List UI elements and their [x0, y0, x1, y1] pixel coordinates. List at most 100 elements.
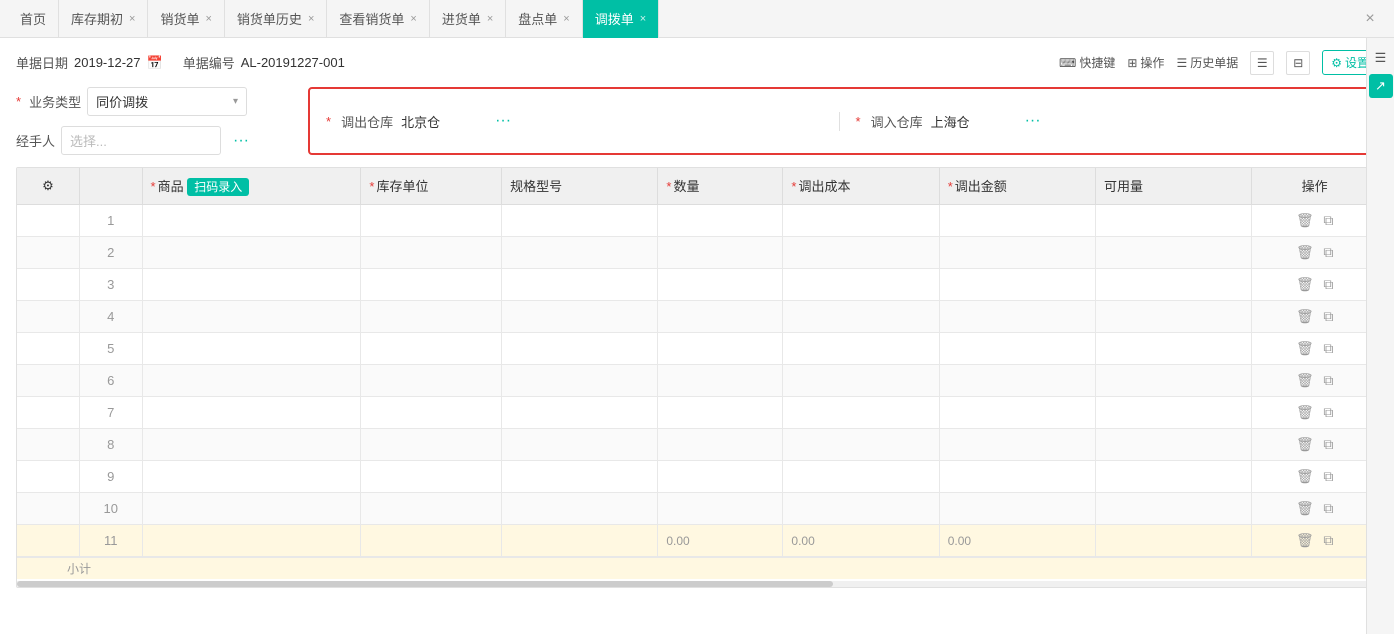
copy-icon-3[interactable]: ⧉	[1320, 276, 1336, 292]
date-field: 单据日期 2019-12-27 📅	[16, 53, 163, 72]
row-cost-2[interactable]	[783, 236, 939, 268]
delete-icon-8[interactable]: 🗑	[1293, 436, 1317, 452]
tab-sales-history[interactable]: 销货单历史 ×	[225, 0, 327, 38]
shortcuts-button[interactable]: ⌨ 快捷键	[1059, 54, 1115, 71]
tab-purchase-order[interactable]: 进货单 ×	[430, 0, 506, 38]
copy-icon-8[interactable]: ⧉	[1320, 436, 1336, 452]
col-header-goods: *商品 扫码录入	[142, 168, 361, 204]
delete-icon-6[interactable]: 🗑	[1293, 372, 1317, 388]
list-view-button[interactable]: ☰	[1250, 51, 1274, 75]
transfer-out-section: * 调出仓库 北京仓 ···	[326, 112, 831, 131]
copy-icon-11[interactable]: ⧉	[1320, 532, 1336, 548]
operations-icon: ⊞	[1127, 56, 1137, 70]
subtotal-amount-value: 0.00	[948, 534, 971, 548]
tab-inventory-init-label: 库存期初	[71, 9, 123, 28]
row-spec-1[interactable]	[502, 204, 658, 236]
copy-icon-9[interactable]: ⧉	[1320, 468, 1336, 484]
row-unit-1[interactable]	[361, 204, 502, 236]
tab-inventory-check-label: 盘点单	[518, 9, 557, 28]
right-sidebar: ☰ ↗	[1366, 38, 1394, 634]
delete-icon-2[interactable]: 🗑	[1293, 244, 1317, 260]
delete-icon-9[interactable]: 🗑	[1293, 468, 1317, 484]
transfer-out-value: 北京仓	[401, 112, 481, 131]
row-spec-2[interactable]	[502, 236, 658, 268]
copy-icon-10[interactable]: ⧉	[1320, 500, 1336, 516]
transfer-in-required: *	[856, 114, 861, 129]
row-cost-1[interactable]	[783, 204, 939, 236]
handler-dropdown[interactable]: 选择...	[61, 126, 221, 155]
delete-icon-1[interactable]: 🗑	[1293, 212, 1317, 228]
copy-icon-5[interactable]: ⧉	[1320, 340, 1336, 356]
tab-transfer-order-label: 调拨单	[595, 9, 634, 28]
copy-icon-4[interactable]: ⧉	[1320, 308, 1336, 324]
transfer-out-more-button[interactable]: ···	[489, 112, 517, 130]
handler-more-button[interactable]: ···	[227, 132, 255, 150]
transfer-in-label: 调入仓库	[871, 112, 923, 131]
col-header-gear[interactable]: ⚙	[17, 168, 80, 204]
col-header-qty: *数量	[658, 168, 783, 204]
row-amount-1[interactable]	[939, 204, 1095, 236]
delete-icon-4[interactable]: 🗑	[1293, 308, 1317, 324]
tab-view-sales[interactable]: 查看销货单 ×	[327, 0, 429, 38]
table-row: 10 🗑 ⧉	[17, 492, 1377, 524]
row-num-1: 1	[80, 204, 143, 236]
grid-view-button[interactable]: ⊟	[1286, 51, 1310, 75]
row-goods-2[interactable]	[142, 236, 361, 268]
col-header-spec: 规格型号	[502, 168, 658, 204]
table-row: 1 🗑 ⧉	[17, 204, 1377, 236]
tab-home[interactable]: 首页	[8, 0, 59, 38]
copy-icon-6[interactable]: ⧉	[1320, 372, 1336, 388]
row-amount-2[interactable]	[939, 236, 1095, 268]
tab-inventory-check[interactable]: 盘点单 ×	[506, 0, 582, 38]
tab-transfer-order-close[interactable]: ×	[640, 13, 646, 25]
goods-table-wrapper: ⚙ *商品 扫码录入 *库存单位 规格型号 *数量 *调出成本	[16, 167, 1378, 588]
row-qty-1[interactable]	[658, 204, 783, 236]
date-label: 单据日期	[16, 53, 68, 72]
tab-sales-order-close[interactable]: ×	[205, 13, 211, 25]
transfer-in-section: * 调入仓库 上海仓 ···	[839, 112, 1361, 131]
copy-icon-1[interactable]: ⧉	[1320, 212, 1336, 228]
tab-purchase-order-label: 进货单	[442, 9, 481, 28]
shortcuts-label: 快捷键	[1079, 54, 1115, 71]
window-close-button[interactable]: ×	[1354, 3, 1386, 35]
tab-inventory-init-close[interactable]: ×	[129, 13, 135, 25]
delete-icon-3[interactable]: 🗑	[1293, 276, 1317, 292]
table-row: 7 🗑 ⧉	[17, 396, 1377, 428]
tab-sales-order[interactable]: 销货单 ×	[148, 0, 224, 38]
row-qty-2[interactable]	[658, 236, 783, 268]
row-avail-2	[1096, 236, 1252, 268]
delete-icon-5[interactable]: 🗑	[1293, 340, 1317, 356]
goods-table: ⚙ *商品 扫码录入 *库存单位 规格型号 *数量 *调出成本	[17, 168, 1377, 557]
calendar-icon[interactable]: 📅	[147, 55, 163, 71]
row-op-1: 🗑 ⧉	[1252, 204, 1377, 236]
col-header-cost: *调出成本	[783, 168, 939, 204]
history-icon: ☰	[1176, 56, 1187, 70]
horizontal-scrollbar[interactable]	[17, 581, 1377, 587]
delete-icon-10[interactable]: 🗑	[1293, 500, 1317, 516]
copy-icon-7[interactable]: ⧉	[1320, 404, 1336, 420]
business-type-dropdown[interactable]: 同价调拨 ▾	[87, 87, 247, 116]
scrollbar-thumb[interactable]	[17, 581, 833, 587]
row-goods-1[interactable]	[142, 204, 361, 236]
tab-view-sales-close[interactable]: ×	[410, 13, 416, 25]
delete-icon-11[interactable]: 🗑	[1293, 532, 1317, 548]
tab-inventory-init[interactable]: 库存期初 ×	[59, 0, 148, 38]
delete-icon-7[interactable]: 🗑	[1293, 404, 1317, 420]
col-header-op: 操作	[1252, 168, 1377, 204]
transfer-in-more-button[interactable]: ···	[1019, 112, 1047, 130]
warehouse-fields: * 调出仓库 北京仓 ··· * 调入仓库 上海仓 ···	[308, 87, 1378, 155]
row-unit-2[interactable]	[361, 236, 502, 268]
sidebar-list-icon[interactable]: ☰	[1369, 46, 1393, 70]
tab-transfer-order[interactable]: 调拨单 ×	[583, 0, 659, 38]
copy-icon-2[interactable]: ⧉	[1320, 244, 1336, 260]
history-button[interactable]: ☰ 历史单据	[1176, 54, 1238, 71]
sidebar-share-icon[interactable]: ↗	[1369, 74, 1393, 98]
table-row: 8 🗑 ⧉	[17, 428, 1377, 460]
operations-button[interactable]: ⊞ 操作	[1127, 54, 1164, 71]
tab-sales-history-close[interactable]: ×	[308, 13, 314, 25]
business-type-value: 同价调拨	[96, 92, 148, 111]
transfer-out-label: 调出仓库	[341, 112, 393, 131]
tab-inventory-check-close[interactable]: ×	[563, 13, 569, 25]
tab-purchase-order-close[interactable]: ×	[487, 13, 493, 25]
scan-entry-button[interactable]: 扫码录入	[187, 178, 249, 196]
